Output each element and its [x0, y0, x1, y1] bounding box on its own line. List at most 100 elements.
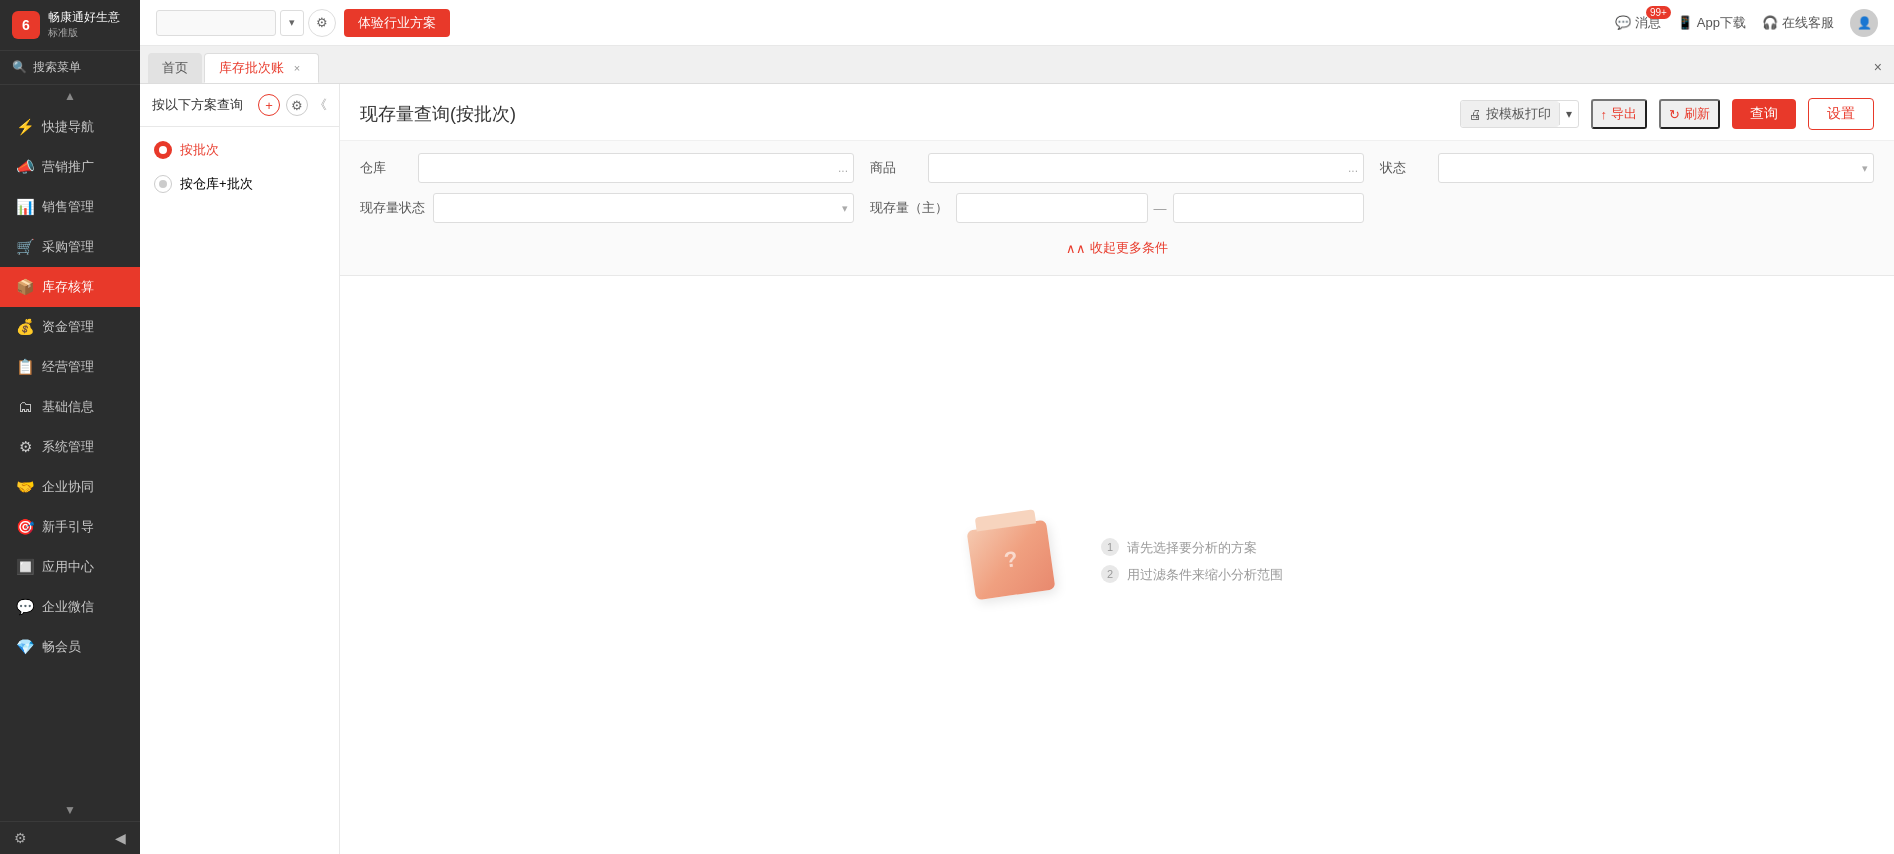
scheme-item-by-batch[interactable]: 按批次 — [140, 133, 339, 167]
operation-icon: 📋 — [16, 358, 34, 376]
print-dropdown-button[interactable]: ▾ — [1559, 103, 1578, 125]
newcomer-icon: 🎯 — [16, 518, 34, 536]
refresh-button[interactable]: ↻ 刷新 — [1659, 99, 1720, 129]
sidebar-item-label: 企业微信 — [42, 598, 94, 616]
sidebar-item-label: 经营管理 — [42, 358, 94, 376]
topbar-search-input[interactable] — [156, 10, 276, 36]
system-icon: ⚙ — [16, 438, 34, 456]
inventory-status-label: 现存量状态 — [360, 199, 425, 217]
sidebar-item-system[interactable]: ⚙ 系统管理 — [0, 427, 140, 467]
collapse-filter-label: 收起更多条件 — [1090, 239, 1168, 257]
sidebar-search[interactable]: 🔍 搜索菜单 — [0, 51, 140, 85]
quantity-range: — — [956, 193, 1364, 223]
warehouse-filter: 仓库 ... — [360, 153, 854, 183]
sidebar-collapse-icon[interactable]: ◀ — [115, 830, 126, 846]
step-number-1: 1 — [1101, 538, 1119, 556]
experience-industry-button[interactable]: 体验行业方案 — [344, 9, 450, 37]
sidebar-item-label: 资金管理 — [42, 318, 94, 336]
warehouse-label: 仓库 — [360, 159, 410, 177]
sidebar-item-enterprise-wechat[interactable]: 💬 企业微信 — [0, 587, 140, 627]
basic-icon: 🗂 — [16, 398, 34, 415]
sidebar-item-label: 基础信息 — [42, 398, 94, 416]
scheme-label: 按仓库+批次 — [180, 175, 253, 193]
finance-icon: 💰 — [16, 318, 34, 336]
scheme-item-by-warehouse-batch[interactable]: 按仓库+批次 — [140, 167, 339, 201]
tab-close-button[interactable]: × — [290, 61, 304, 75]
online-service-button[interactable]: 🎧 在线客服 — [1762, 14, 1834, 32]
app-title-block: 畅康通好生意 标准版 — [48, 10, 120, 40]
tab-bar-close-button[interactable]: × — [1870, 55, 1886, 79]
sidebar-settings-icon[interactable]: ⚙ — [14, 830, 27, 846]
sidebar-item-inventory[interactable]: 📦 库存核算 — [0, 267, 140, 307]
sidebar-item-finance[interactable]: 💰 资金管理 — [0, 307, 140, 347]
empty-box-graphic — [967, 520, 1056, 600]
sidebar-item-member[interactable]: 💎 畅会员 — [0, 627, 140, 667]
page-title: 现存量查询(按批次) — [360, 102, 516, 126]
empty-illustration — [951, 505, 1071, 625]
left-panel-actions: + ⚙ 《 — [258, 94, 327, 116]
sidebar-item-label: 采购管理 — [42, 238, 94, 256]
sidebar-scroll-down[interactable]: ▼ — [0, 799, 140, 821]
product-input[interactable] — [928, 153, 1364, 183]
left-panel-header: 按以下方案查询 + ⚙ 《 — [140, 84, 339, 127]
product-label: 商品 — [870, 159, 920, 177]
sidebar-item-enterprise[interactable]: 🤝 企业协同 — [0, 467, 140, 507]
message-button[interactable]: 💬 消息 99+ — [1615, 14, 1661, 32]
inventory-status-select[interactable]: 有库存 零库存 — [433, 193, 854, 223]
sidebar-item-label: 畅会员 — [42, 638, 81, 656]
query-button[interactable]: 查询 — [1732, 99, 1796, 129]
sidebar-item-label: 系统管理 — [42, 438, 94, 456]
quantity-range-dash: — — [1154, 201, 1167, 216]
scheme-list: 按批次 按仓库+批次 — [140, 127, 339, 207]
marketing-icon: 📣 — [16, 158, 34, 176]
online-service-label: 在线客服 — [1782, 14, 1834, 32]
main-area: ▾ ⚙ 体验行业方案 💬 消息 99+ 📱 App下载 🎧 在线客服 👤 — [140, 0, 1894, 854]
topbar-dropdown-btn[interactable]: ▾ — [280, 10, 304, 36]
print-template-button[interactable]: 🖨 按模板打印 — [1461, 101, 1559, 127]
topbar-settings-btn[interactable]: ⚙ — [308, 9, 336, 37]
sidebar-item-marketing[interactable]: 📣 营销推广 — [0, 147, 140, 187]
sidebar-item-app-center[interactable]: 🔲 应用中心 — [0, 547, 140, 587]
app-center-icon: 🔲 — [16, 558, 34, 576]
sidebar-item-label: 应用中心 — [42, 558, 94, 576]
step-number-2: 2 — [1101, 565, 1119, 583]
sidebar-item-sales[interactable]: 📊 销售管理 — [0, 187, 140, 227]
sidebar-item-label: 新手引导 — [42, 518, 94, 536]
user-avatar[interactable]: 👤 — [1850, 9, 1878, 37]
add-icon: + — [265, 98, 273, 113]
collapse-panel-button[interactable]: 《 — [314, 96, 327, 114]
product-dots-button[interactable]: ... — [1348, 161, 1358, 175]
status-select[interactable]: 正常 停用 — [1438, 153, 1874, 183]
tab-inventory-batch-label: 库存批次账 — [219, 59, 284, 77]
tab-home[interactable]: 首页 — [148, 53, 202, 83]
settings-button[interactable]: 设置 — [1808, 98, 1874, 130]
product-filter: 商品 ... — [870, 153, 1364, 183]
warehouse-dots-button[interactable]: ... — [838, 161, 848, 175]
warehouse-input-wrap: ... — [418, 153, 854, 183]
topbar-search-area: ▾ ⚙ — [156, 9, 336, 37]
sidebar-scroll-up[interactable]: ▲ — [0, 85, 140, 107]
sidebar-item-newcomer[interactable]: 🎯 新手引导 — [0, 507, 140, 547]
empty-step-2: 2 用过滤条件来缩小分析范围 — [1101, 565, 1283, 584]
settings-scheme-button[interactable]: ⚙ — [286, 94, 308, 116]
sidebar-item-basic[interactable]: 🗂 基础信息 — [0, 387, 140, 427]
app-download-button[interactable]: 📱 App下载 — [1677, 14, 1746, 32]
sidebar-item-label: 快捷导航 — [42, 118, 94, 136]
sidebar-item-purchase[interactable]: 🛒 采购管理 — [0, 227, 140, 267]
sidebar-item-quick-nav[interactable]: ⚡ 快捷导航 — [0, 107, 140, 147]
quantity-min-input[interactable] — [956, 193, 1148, 223]
sidebar-item-label: 企业协同 — [42, 478, 94, 496]
quantity-filter: 现存量（主） — — [870, 193, 1364, 223]
sidebar-item-operation[interactable]: 📋 经营管理 — [0, 347, 140, 387]
tab-inventory-batch[interactable]: 库存批次账 × — [204, 53, 319, 83]
warehouse-input[interactable] — [418, 153, 854, 183]
left-panel: 按以下方案查询 + ⚙ 《 按批次 — [140, 84, 340, 854]
filter-area: 仓库 ... 商品 ... 状态 — [340, 141, 1894, 276]
export-button[interactable]: ↑ 导出 — [1591, 99, 1648, 129]
settings-icon: ⚙ — [291, 98, 303, 113]
status-select-wrap: 正常 停用 ▾ — [1438, 153, 1874, 183]
quantity-label: 现存量（主） — [870, 199, 948, 217]
add-scheme-button[interactable]: + — [258, 94, 280, 116]
quantity-max-input[interactable] — [1173, 193, 1365, 223]
collapse-filter-button[interactable]: ∧∧ 收起更多条件 — [360, 233, 1874, 263]
